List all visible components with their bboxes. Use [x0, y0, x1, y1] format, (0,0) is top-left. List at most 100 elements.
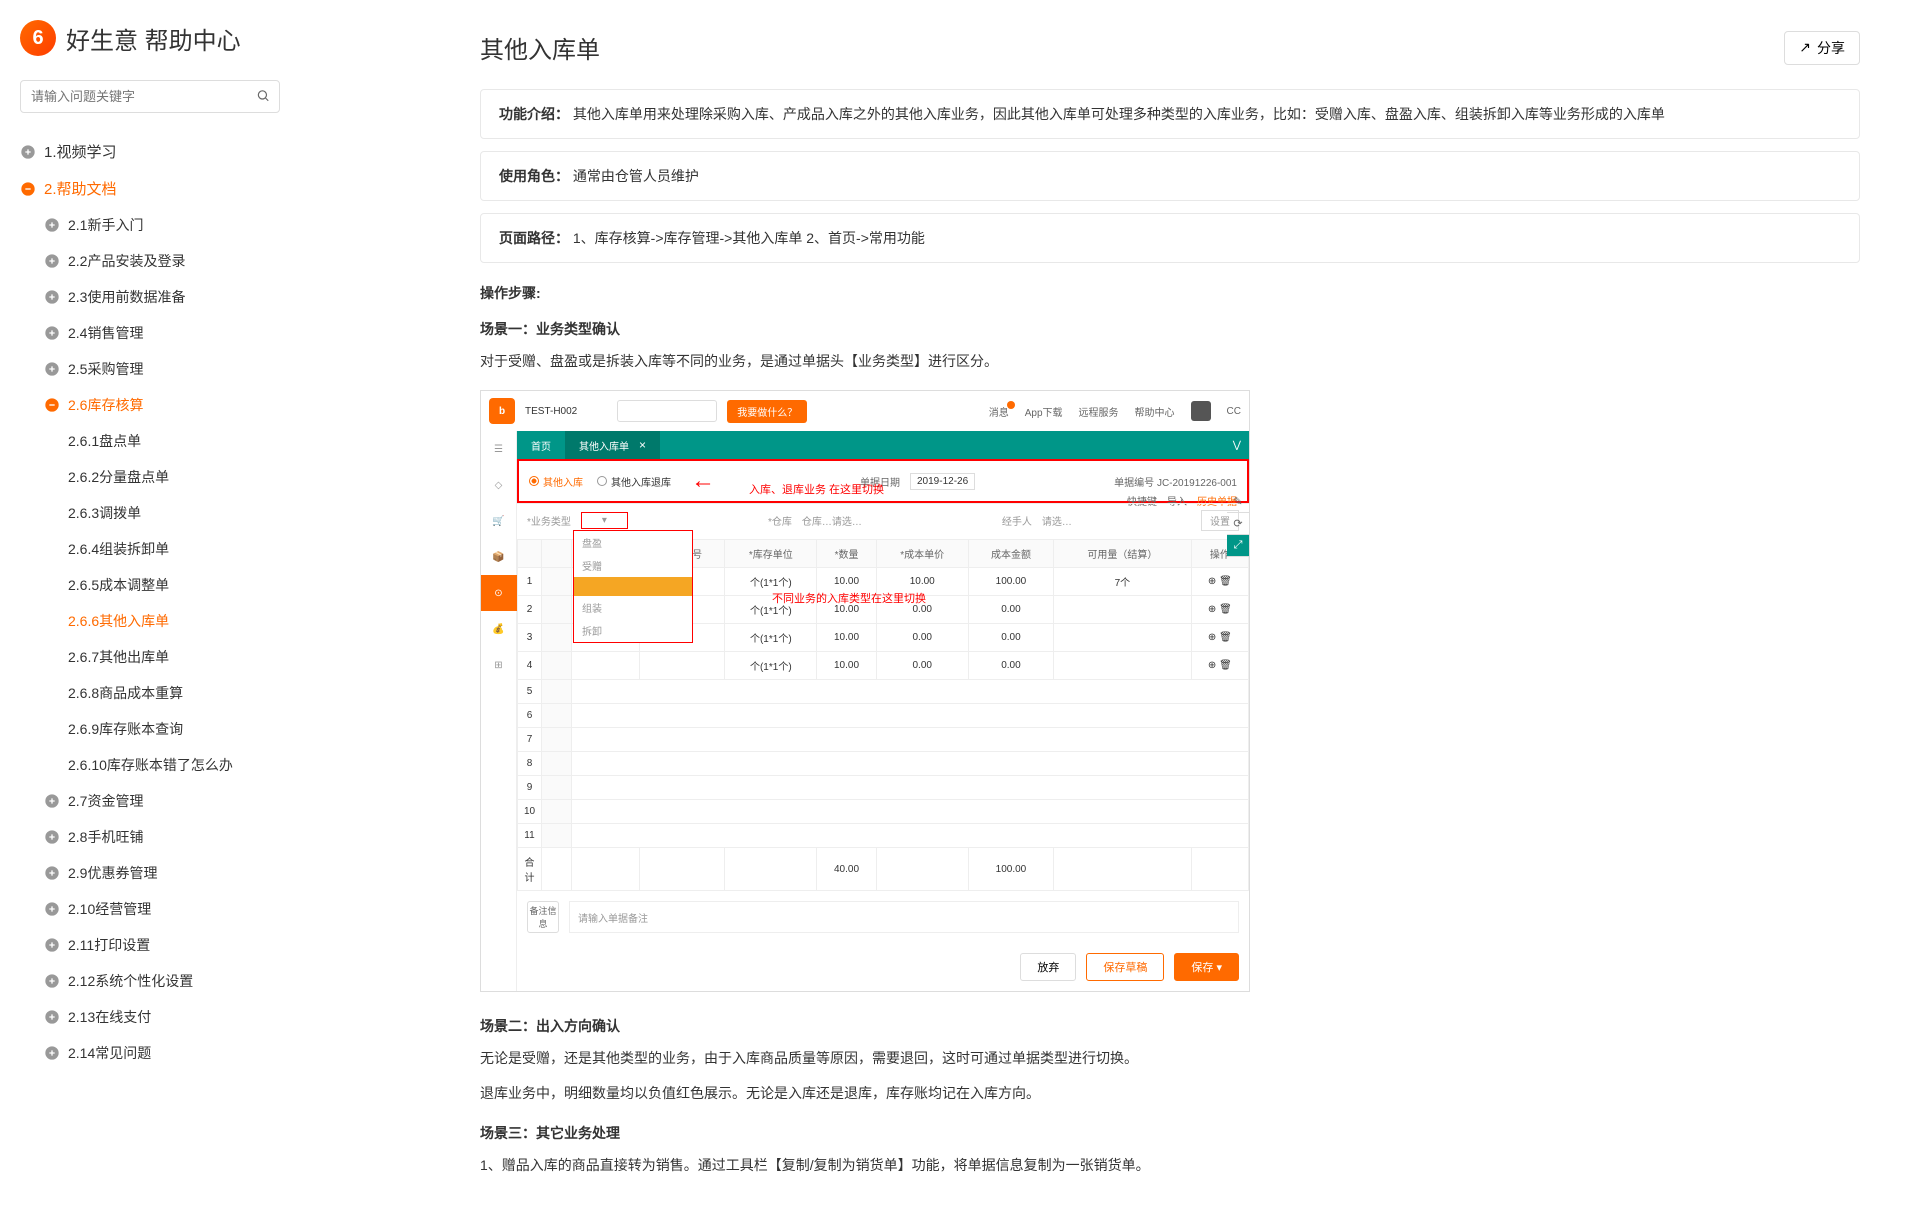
nav-label: 2.11打印设置: [68, 935, 150, 955]
nav-item-2-2[interactable]: 2.2产品安装及登录: [20, 243, 300, 279]
ss-dd-item-selected[interactable]: [574, 577, 692, 596]
share-button[interactable]: ↗ 分享: [1784, 31, 1860, 65]
nav-item-2-4[interactable]: 2.4销售管理: [20, 315, 300, 351]
nav-item-2-14[interactable]: 2.14常见问题: [20, 1035, 300, 1071]
ss-tool-icon[interactable]: ✎: [1227, 491, 1249, 513]
embedded-screenshot: b TEST-H002 我要做什么？ 消息 App下载 远程服务 帮助中心 CC: [480, 390, 1250, 992]
ss-tab-doc[interactable]: 其他入库单 ×: [565, 431, 660, 459]
table-row[interactable]: 8: [518, 752, 1249, 776]
ss-nav-icon[interactable]: ◇: [481, 467, 517, 503]
close-icon[interactable]: ×: [639, 438, 646, 452]
th-amount: 成本金额: [968, 540, 1053, 568]
table-row[interactable]: 7: [518, 728, 1249, 752]
table-row[interactable]: 4个(1*1个)10.000.000.00⊕ 🗑: [518, 652, 1249, 680]
table-summary-row: 合计40.00100.00: [518, 848, 1249, 891]
ss-save-button[interactable]: 保存 ▾: [1174, 953, 1239, 981]
nav-item-2-6-2[interactable]: 2.6.2分量盘点单: [20, 459, 300, 495]
search-input[interactable]: [20, 80, 280, 113]
nav-item-video[interactable]: 1.视频学习: [20, 133, 300, 170]
plus-icon: [44, 325, 60, 341]
nav-item-2-6-6[interactable]: 2.6.6其他入库单: [20, 603, 300, 639]
nav-label: 2.5采购管理: [68, 359, 143, 379]
ss-dd-item[interactable]: 盘盈: [574, 531, 692, 554]
ss-avatar[interactable]: [1191, 401, 1211, 421]
nav-label: 2.8手机旺铺: [68, 827, 143, 847]
ss-dd-item[interactable]: 拆卸: [574, 619, 692, 642]
ss-topbar: b TEST-H002 我要做什么？ 消息 App下载 远程服务 帮助中心 CC: [481, 391, 1249, 431]
plus-icon: [44, 1045, 60, 1061]
ss-app-link[interactable]: App下载: [1025, 404, 1063, 419]
ss-handler-value[interactable]: 请选…: [1042, 513, 1072, 528]
nav-label: 2.6.6其他入库单: [68, 611, 169, 631]
th-avail: 可用量（结算）: [1054, 540, 1192, 568]
nav-item-2-12[interactable]: 2.12系统个性化设置: [20, 963, 300, 999]
nav-item-2-11[interactable]: 2.11打印设置: [20, 927, 300, 963]
ss-top-search[interactable]: [617, 400, 717, 422]
ss-dd-item[interactable]: 组装: [574, 596, 692, 619]
ss-remark-label: 备注信息: [527, 901, 559, 933]
nav-label: 2.2产品安装及登录: [68, 251, 185, 271]
ss-date-field[interactable]: 2019-12-26: [910, 473, 975, 490]
ss-tenant: TEST-H002: [525, 406, 577, 417]
ss-warehouse-value[interactable]: 仓库…请选…: [802, 513, 862, 528]
nav-item-2-3[interactable]: 2.3使用前数据准备: [20, 279, 300, 315]
ss-biztype-select[interactable]: ▾: [581, 512, 628, 529]
ss-radio-label: 其他入库退库: [611, 474, 671, 489]
ss-tab-caret-icon[interactable]: ⋁: [1233, 440, 1241, 451]
nav-label: 2.6.1盘点单: [68, 431, 141, 451]
table-row[interactable]: 6: [518, 704, 1249, 728]
nav-item-docs[interactable]: 2.帮助文档: [20, 170, 300, 207]
ss-nav-icon[interactable]: 💰: [481, 611, 517, 647]
table-row[interactable]: 9: [518, 776, 1249, 800]
nav-item-2-6-1[interactable]: 2.6.1盘点单: [20, 423, 300, 459]
nav-label: 2.6.4组装拆卸单: [68, 539, 169, 559]
ss-nav-icon[interactable]: 📦: [481, 539, 517, 575]
ss-draft-button[interactable]: 保存草稿: [1086, 953, 1164, 981]
ss-help-link[interactable]: 帮助中心: [1135, 404, 1175, 419]
nav-label: 2.13在线支付: [68, 1007, 151, 1027]
ss-logo-icon: b: [489, 398, 515, 424]
nav-label: 2.帮助文档: [44, 178, 117, 199]
ss-nav-icon[interactable]: ⊞: [481, 647, 517, 683]
ss-tool-icon[interactable]: ⤢: [1227, 535, 1249, 557]
share-label: 分享: [1817, 38, 1845, 58]
nav-item-2-6-5[interactable]: 2.6.5成本调整单: [20, 567, 300, 603]
ss-tab-label: 其他入库单: [579, 438, 629, 453]
ss-remote-link[interactable]: 远程服务: [1079, 404, 1119, 419]
ss-msg-link[interactable]: 消息: [989, 404, 1009, 419]
nav-item-2-8[interactable]: 2.8手机旺铺: [20, 819, 300, 855]
ss-discard-button[interactable]: 放弃: [1020, 953, 1076, 981]
nav-item-2-10[interactable]: 2.10经营管理: [20, 891, 300, 927]
nav-item-2-6-3[interactable]: 2.6.3调拨单: [20, 495, 300, 531]
ss-nav-icon-active[interactable]: ⊙: [481, 575, 517, 611]
ss-tabs-end: ⋁: [1225, 431, 1249, 459]
ss-nav-icon[interactable]: ☰: [481, 431, 517, 467]
ss-radio-inbound[interactable]: 其他入库: [529, 474, 583, 489]
nav-label: 2.10经营管理: [68, 899, 151, 919]
table-row[interactable]: 11: [518, 824, 1249, 848]
ss-tab-home[interactable]: 首页: [517, 431, 565, 459]
nav-item-2-13[interactable]: 2.13在线支付: [20, 999, 300, 1035]
nav-item-2-6[interactable]: 2.6库存核算: [20, 387, 300, 423]
nav-item-2-7[interactable]: 2.7资金管理: [20, 783, 300, 819]
nav-label: 1.视频学习: [44, 141, 117, 162]
nav-item-2-6-10[interactable]: 2.6.10库存账本错了怎么办: [20, 747, 300, 783]
ss-radio-return[interactable]: 其他入库退库: [597, 474, 671, 489]
table-row[interactable]: 5不同业务的入库类型在这里切换: [518, 680, 1249, 704]
ss-remark-input[interactable]: 请输入单据备注: [569, 901, 1239, 933]
nav-item-2-6-8[interactable]: 2.6.8商品成本重算: [20, 675, 300, 711]
role-text: 通常由仓管人员维护: [573, 168, 699, 184]
ss-dd-item[interactable]: 受赠: [574, 554, 692, 577]
nav-item-2-6-7[interactable]: 2.6.7其他出库单: [20, 639, 300, 675]
plus-icon: [44, 253, 60, 269]
table-row[interactable]: 10: [518, 800, 1249, 824]
ss-nav-icon[interactable]: 🛒: [481, 503, 517, 539]
nav-item-2-6-4[interactable]: 2.6.4组装拆卸单: [20, 531, 300, 567]
nav-item-2-6-9[interactable]: 2.6.9库存账本查询: [20, 711, 300, 747]
search-icon[interactable]: [256, 88, 270, 105]
ss-top-cta[interactable]: 我要做什么？: [727, 400, 807, 423]
nav-item-2-5[interactable]: 2.5采购管理: [20, 351, 300, 387]
ss-tool-icon[interactable]: ⟳: [1227, 513, 1249, 535]
nav-item-2-1[interactable]: 2.1新手入门: [20, 207, 300, 243]
nav-item-2-9[interactable]: 2.9优惠券管理: [20, 855, 300, 891]
